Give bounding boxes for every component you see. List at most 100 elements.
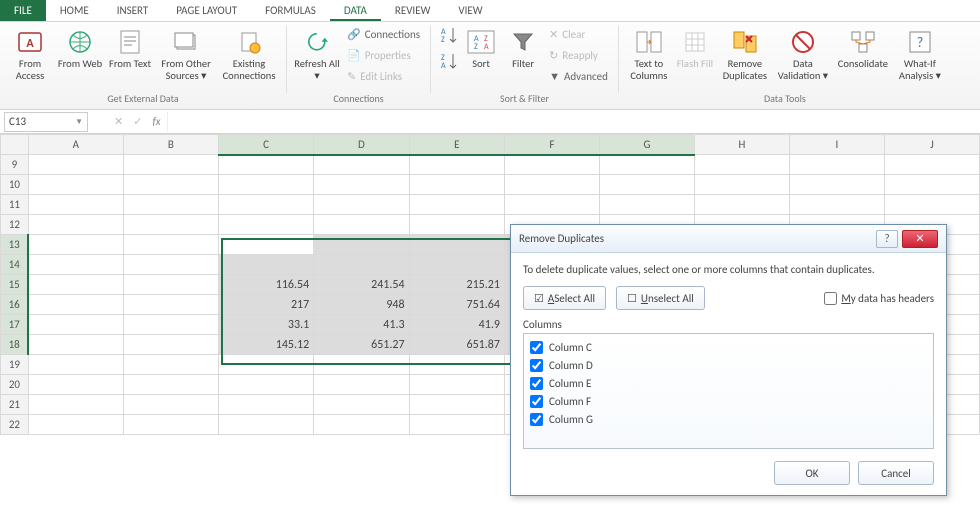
consolidate-icon: [847, 26, 879, 58]
row-header[interactable]: 19: [1, 355, 29, 375]
col-header[interactable]: G: [599, 135, 694, 155]
name-box[interactable]: C13▼: [4, 112, 88, 132]
refresh-all-button[interactable]: Refresh All ▾: [293, 24, 341, 90]
col-header[interactable]: C: [218, 135, 313, 155]
group-label-sort: Sort & Filter: [500, 92, 549, 107]
what-if-button[interactable]: ?What-If Analysis ▾: [895, 24, 945, 90]
tab-view[interactable]: VIEW: [444, 0, 496, 21]
filter-button[interactable]: Filter: [503, 24, 543, 90]
row-header[interactable]: 22: [1, 415, 29, 435]
col-header[interactable]: D: [314, 135, 409, 155]
refresh-icon: [301, 26, 333, 58]
sort-button[interactable]: AZZASort: [461, 24, 501, 90]
formula-bar: C13▼ ✕ ✓ fx: [0, 110, 980, 134]
validation-icon: [787, 26, 819, 58]
select-all-icon: ☑: [534, 292, 544, 305]
svg-text:A: A: [484, 42, 489, 52]
column-checkbox[interactable]: Column D: [530, 356, 927, 374]
svg-text:A: A: [441, 61, 446, 71]
row-header[interactable]: 21: [1, 395, 29, 415]
tab-file[interactable]: FILE: [0, 0, 46, 21]
sort-desc-button[interactable]: ZA: [437, 50, 459, 72]
column-checkbox[interactable]: Column G: [530, 410, 927, 428]
tab-insert[interactable]: INSERT: [103, 0, 163, 21]
remove-duplicates-button[interactable]: Remove Duplicates: [717, 24, 773, 90]
ribbon: AFrom Access From Web From Text From Oth…: [0, 22, 980, 110]
unselect-all-button[interactable]: ☐Unselect All: [616, 286, 705, 310]
from-other-button[interactable]: From Other Sources ▾: [156, 24, 216, 90]
consolidate-button[interactable]: Consolidate: [833, 24, 893, 90]
flash-fill-icon: [679, 26, 711, 58]
cancel-button[interactable]: Cancel: [858, 461, 934, 485]
column-checkbox[interactable]: Column E: [530, 374, 927, 392]
column-checkbox[interactable]: Column F: [530, 392, 927, 410]
link-icon: 🔗: [347, 28, 361, 41]
row-header[interactable]: 17: [1, 315, 29, 335]
row-header[interactable]: 18: [1, 335, 29, 355]
row-header[interactable]: 20: [1, 375, 29, 395]
edit-links-button: ✎Edit Links: [343, 66, 424, 86]
column-checkbox[interactable]: Column C: [530, 338, 927, 356]
row-header[interactable]: 14: [1, 255, 29, 275]
sort-asc-button[interactable]: AZ: [437, 24, 459, 46]
from-text-button[interactable]: From Text: [106, 24, 154, 90]
row-header[interactable]: 12: [1, 215, 29, 235]
ok-button[interactable]: OK: [774, 461, 850, 485]
globe-icon: [64, 26, 96, 58]
fx-icon[interactable]: fx: [152, 115, 160, 128]
data-validation-button[interactable]: Data Validation ▾: [775, 24, 831, 90]
row-header[interactable]: 9: [1, 155, 29, 175]
connections-icon: [233, 26, 265, 58]
ribbon-tabs: FILE HOME INSERT PAGE LAYOUT FORMULAS DA…: [0, 0, 980, 22]
col-header[interactable]: A: [28, 135, 123, 155]
tab-home[interactable]: HOME: [46, 0, 103, 21]
columns-label: Columns: [523, 318, 934, 331]
sort-icon: AZZA: [465, 26, 497, 58]
filter-icon: [507, 26, 539, 58]
col-header[interactable]: H: [694, 135, 789, 155]
from-access-button[interactable]: AFrom Access: [6, 24, 54, 90]
select-all-button[interactable]: ☑ASelect AllSelect All: [523, 286, 606, 310]
access-icon: A: [14, 26, 46, 58]
dialog-close-button[interactable]: ✕: [902, 230, 938, 248]
group-label-tools: Data Tools: [764, 92, 806, 107]
existing-conn-button[interactable]: Existing Connections: [218, 24, 280, 90]
tab-review[interactable]: REVIEW: [381, 0, 445, 21]
row-header[interactable]: 13: [1, 235, 29, 255]
col-header[interactable]: J: [884, 135, 979, 155]
dialog-message: To delete duplicate values, select one o…: [523, 263, 934, 276]
reapply-button: ↻Reapply: [545, 45, 612, 65]
properties-icon: 📄: [347, 49, 361, 62]
col-header[interactable]: F: [504, 135, 599, 155]
row-header[interactable]: 10: [1, 175, 29, 195]
formula-input[interactable]: [167, 112, 976, 132]
tab-formulas[interactable]: FORMULAS: [251, 0, 330, 21]
columns-list[interactable]: Column C Column D Column E Column F Colu…: [523, 333, 934, 449]
dialog-title: Remove Duplicates: [519, 232, 604, 245]
svg-text:Z: Z: [441, 35, 445, 45]
text-to-columns-button[interactable]: Text to Columns: [625, 24, 673, 90]
text-file-icon: [114, 26, 146, 58]
group-label-conn: Connections: [333, 92, 383, 107]
headers-checkbox[interactable]: My data has headers: [824, 292, 934, 305]
row-header[interactable]: 15: [1, 275, 29, 295]
from-web-button[interactable]: From Web: [56, 24, 104, 90]
clear-icon: ✕: [549, 28, 558, 41]
col-header[interactable]: B: [123, 135, 218, 155]
connections-button[interactable]: 🔗Connections: [343, 24, 424, 44]
dialog-help-button[interactable]: ?: [876, 230, 898, 248]
advanced-button[interactable]: ▼Advanced: [545, 66, 612, 86]
enter-icon: ✓: [133, 115, 142, 128]
unselect-all-icon: ☐: [627, 292, 637, 305]
tab-page-layout[interactable]: PAGE LAYOUT: [162, 0, 251, 21]
col-header[interactable]: E: [409, 135, 504, 155]
tab-data[interactable]: DATA: [330, 0, 381, 21]
reapply-icon: ↻: [549, 49, 558, 62]
advanced-icon: ▼: [549, 70, 560, 83]
col-header[interactable]: I: [789, 135, 884, 155]
row-header[interactable]: 16: [1, 295, 29, 315]
svg-text:A: A: [26, 37, 34, 51]
row-header[interactable]: 11: [1, 195, 29, 215]
sources-icon: [170, 26, 202, 58]
remove-duplicates-dialog: Remove Duplicates ? ✕ To delete duplicat…: [510, 224, 947, 496]
